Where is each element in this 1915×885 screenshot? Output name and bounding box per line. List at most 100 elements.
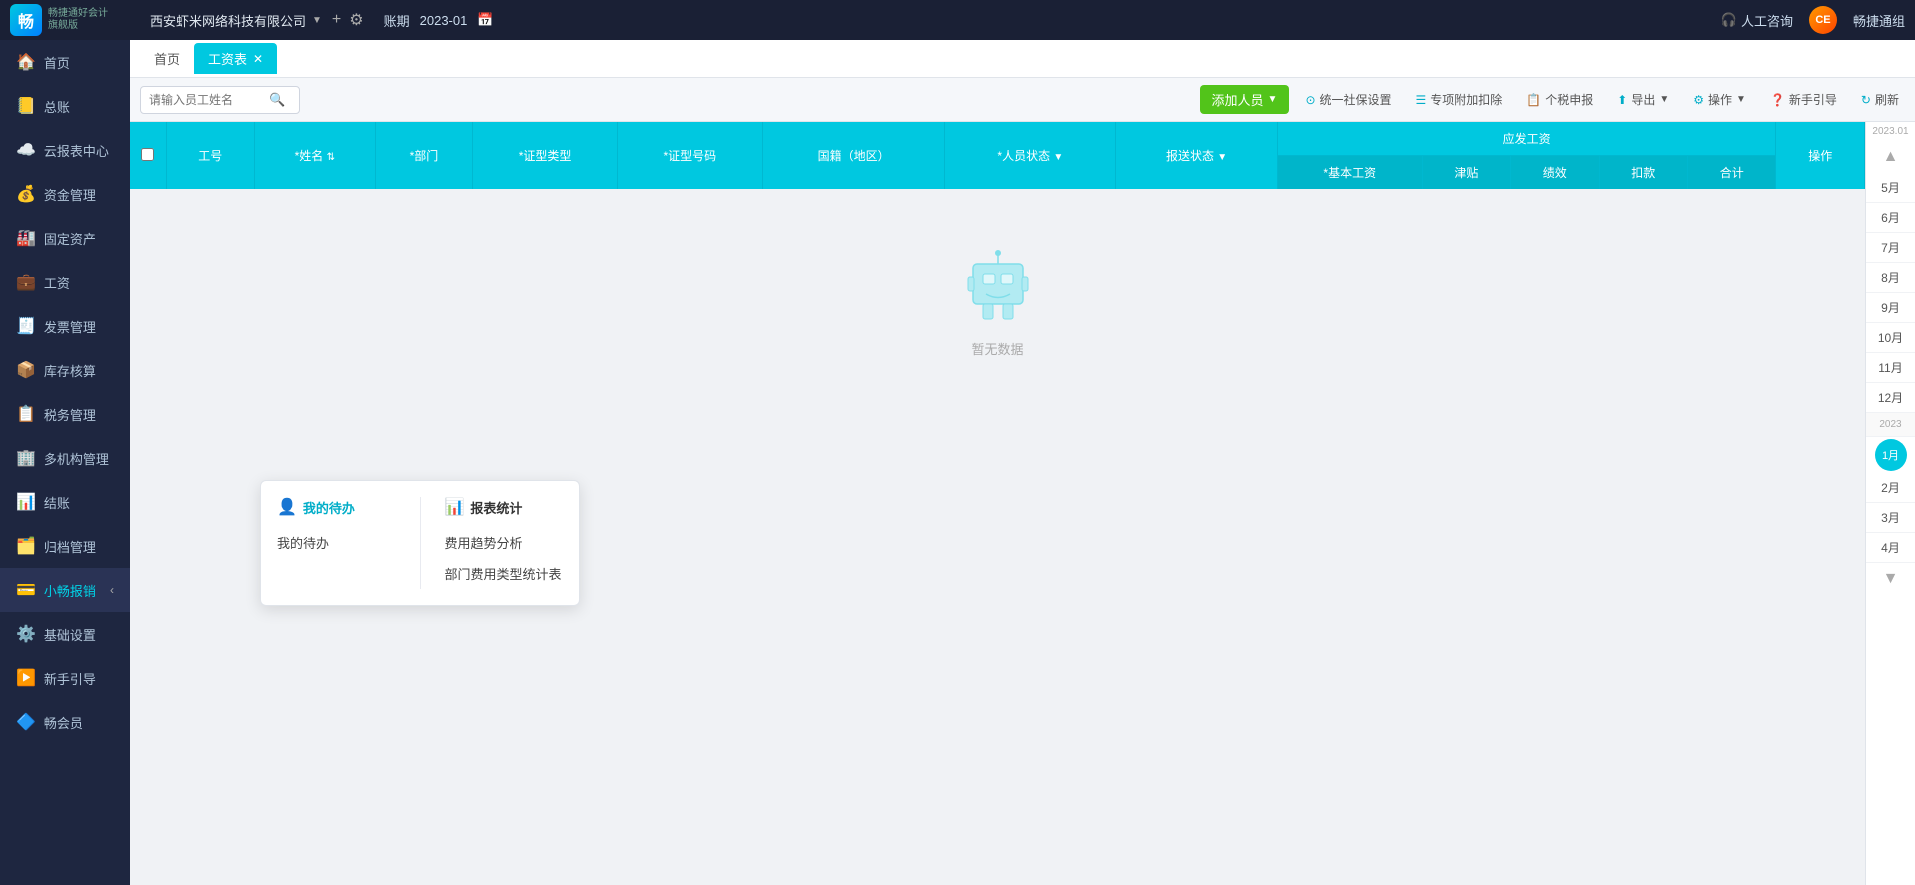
inventory-icon: 📦 bbox=[16, 360, 36, 380]
popup-link-dept-expense[interactable]: 部门费用类型统计表 bbox=[445, 558, 564, 589]
sidebar-item-label: 畅会员 bbox=[44, 713, 83, 732]
ledger-icon: 📒 bbox=[16, 96, 36, 116]
refresh-btn[interactable]: ↻ 刷新 bbox=[1855, 88, 1905, 111]
sidebar-item-basic-settings[interactable]: ⚙️ 基础设置 bbox=[0, 612, 130, 656]
th-department: *部门 bbox=[375, 122, 473, 189]
month-10[interactable]: 10月 bbox=[1866, 323, 1915, 353]
select-all-checkbox[interactable] bbox=[141, 148, 154, 161]
popup-link-my-pending[interactable]: 我的待办 bbox=[277, 527, 396, 558]
sidebar-item-vip[interactable]: 🔷 畅会员 bbox=[0, 700, 130, 744]
month-7[interactable]: 7月 bbox=[1866, 233, 1915, 263]
tab-home[interactable]: 首页 bbox=[140, 43, 194, 74]
popup-col-report-title: 📊 报表统计 bbox=[445, 497, 564, 517]
social-security-btn[interactable]: ⊙ 统一社保设置 bbox=[1299, 88, 1397, 111]
month-nav-down[interactable]: ▼ bbox=[1877, 565, 1905, 593]
sidebar-item-label: 归档管理 bbox=[44, 537, 96, 556]
month-4[interactable]: 4月 bbox=[1866, 533, 1915, 563]
special-deduction-btn[interactable]: ☰ 专项附加扣除 bbox=[1410, 88, 1509, 111]
export-btn[interactable]: ⬆ 导出 ▼ bbox=[1611, 88, 1675, 111]
user-avatar[interactable]: CE bbox=[1809, 6, 1837, 34]
th-total: 合计 bbox=[1687, 156, 1775, 190]
guide-icon: ▶️ bbox=[16, 668, 36, 688]
settings-icon[interactable]: ⚙ bbox=[349, 10, 363, 30]
popup-link-expense-trend[interactable]: 费用趋势分析 bbox=[445, 527, 564, 558]
tab-close-icon[interactable]: ✕ bbox=[253, 52, 263, 66]
month-5[interactable]: 5月 bbox=[1866, 173, 1915, 203]
th-operation: 操作 bbox=[1776, 122, 1865, 189]
month-8[interactable]: 8月 bbox=[1866, 263, 1915, 293]
th-base-salary: *基本工资 bbox=[1277, 156, 1422, 190]
month-1-active[interactable]: 1月 bbox=[1875, 439, 1907, 471]
sidebar-item-inventory[interactable]: 📦 库存核算 bbox=[0, 348, 130, 392]
th-salary-group: 应发工资 bbox=[1277, 122, 1776, 156]
sidebar-item-label: 小畅报销 bbox=[44, 581, 96, 600]
archive-icon: 🗂️ bbox=[16, 536, 36, 556]
sidebar-item-label: 基础设置 bbox=[44, 625, 96, 644]
period-label: 账期 bbox=[384, 11, 410, 30]
th-id-number: *证型号码 bbox=[617, 122, 762, 189]
th-nationality: 国籍（地区） bbox=[762, 122, 945, 189]
new-guide-icon: ❓ bbox=[1770, 93, 1785, 107]
company-selector[interactable]: 西安虾米网络科技有限公司 ▼ bbox=[150, 11, 322, 30]
top-right: 🎧 人工咨询 CE 畅捷通组 bbox=[1721, 6, 1905, 34]
th-report-status: 报送状态 ▼ bbox=[1116, 122, 1278, 189]
add-person-button[interactable]: 添加人员 ▼ bbox=[1200, 85, 1290, 114]
operation-chevron-icon: ▼ bbox=[1736, 94, 1746, 105]
sidebar-item-fixed-assets[interactable]: 🏭 固定资产 bbox=[0, 216, 130, 260]
sidebar-item-expense[interactable]: 💳 小畅报销 ‹ bbox=[0, 568, 130, 612]
sidebar-item-label: 固定资产 bbox=[44, 229, 96, 248]
sidebar-item-cloud-report[interactable]: ☁️ 云报表中心 bbox=[0, 128, 130, 172]
search-icon[interactable]: 🔍 bbox=[269, 92, 285, 108]
sidebar-item-settlement[interactable]: 📊 结账 bbox=[0, 480, 130, 524]
pending-icon: 👤 bbox=[277, 497, 297, 517]
sidebar-item-label: 多机构管理 bbox=[44, 449, 109, 468]
tab-bar: 首页 工资表 ✕ bbox=[130, 40, 1915, 78]
sidebar-item-salary[interactable]: 💼 工资 bbox=[0, 260, 130, 304]
month-9[interactable]: 9月 bbox=[1866, 293, 1915, 323]
month-12[interactable]: 12月 bbox=[1866, 383, 1915, 413]
month-3[interactable]: 3月 bbox=[1866, 503, 1915, 533]
social-security-icon: ⊙ bbox=[1305, 93, 1315, 107]
salary-table: 工号 *姓名 ⇅ *部门 *证型类型 *证型号码 国籍（地区） *人员状态 ▼ … bbox=[130, 122, 1865, 189]
empty-state: 暂无数据 bbox=[130, 189, 1865, 418]
popup-section: 👤 我的待办 我的待办 📊 报表统计 费用趋势分析 部门费用类型统计表 bbox=[277, 497, 563, 589]
logo-area: 畅 畅捷通好会计 旗舰版 bbox=[10, 4, 130, 36]
sidebar-item-label: 工资 bbox=[44, 273, 70, 292]
sidebar-item-multi-org[interactable]: 🏢 多机构管理 bbox=[0, 436, 130, 480]
add-person-chevron-icon: ▼ bbox=[1268, 94, 1278, 105]
home-icon: 🏠 bbox=[16, 52, 36, 72]
calendar-icon[interactable]: 📅 bbox=[477, 12, 493, 28]
sidebar-item-guide[interactable]: ▶️ 新手引导 bbox=[0, 656, 130, 700]
operation-btn[interactable]: ⚙ 操作 ▼ bbox=[1687, 88, 1752, 111]
tab-home-label: 首页 bbox=[154, 52, 180, 67]
right-date-top: 2023.01 bbox=[1870, 122, 1910, 141]
search-input[interactable] bbox=[149, 93, 269, 107]
sidebar-item-home[interactable]: 🏠 首页 bbox=[0, 40, 130, 84]
refresh-icon: ↻ bbox=[1861, 93, 1871, 107]
sidebar-item-label: 发票管理 bbox=[44, 317, 96, 336]
add-company-icon[interactable]: + bbox=[332, 11, 341, 29]
tax-declaration-btn[interactable]: 📋 个税申报 bbox=[1520, 88, 1599, 111]
sidebar-item-label: 税务管理 bbox=[44, 405, 96, 424]
month-nav-up[interactable]: ▲ bbox=[1877, 143, 1905, 171]
empty-icon bbox=[948, 249, 1048, 329]
logo-text: 畅捷通好会计 旗舰版 bbox=[48, 8, 108, 32]
month-6[interactable]: 6月 bbox=[1866, 203, 1915, 233]
content-area: 首页 工资表 ✕ 🔍 添加人员 ▼ ⊙ 统一社保设置 bbox=[130, 40, 1915, 885]
sidebar-item-ledger[interactable]: 📒 总账 bbox=[0, 84, 130, 128]
tab-salary[interactable]: 工资表 ✕ bbox=[194, 43, 277, 74]
invoice-icon: 🧾 bbox=[16, 316, 36, 336]
service-btn[interactable]: 🎧 人工咨询 bbox=[1721, 11, 1793, 30]
new-guide-btn[interactable]: ❓ 新手引导 bbox=[1764, 88, 1843, 111]
sidebar-item-tax[interactable]: 📋 税务管理 bbox=[0, 392, 130, 436]
main-layout: 🏠 首页 📒 总账 ☁️ 云报表中心 💰 资金管理 🏭 固定资产 💼 工资 🧾 … bbox=[0, 40, 1915, 885]
sidebar-item-archive[interactable]: 🗂️ 归档管理 bbox=[0, 524, 130, 568]
popup-divider bbox=[420, 497, 421, 589]
month-11[interactable]: 11月 bbox=[1866, 353, 1915, 383]
period-area: 账期 2023-01 📅 bbox=[384, 11, 494, 30]
month-2[interactable]: 2月 bbox=[1866, 473, 1915, 503]
sidebar-item-fund[interactable]: 💰 资金管理 bbox=[0, 172, 130, 216]
multi-org-icon: 🏢 bbox=[16, 448, 36, 468]
sidebar-item-invoice[interactable]: 🧾 发票管理 bbox=[0, 304, 130, 348]
th-deduction: 扣款 bbox=[1599, 156, 1687, 190]
